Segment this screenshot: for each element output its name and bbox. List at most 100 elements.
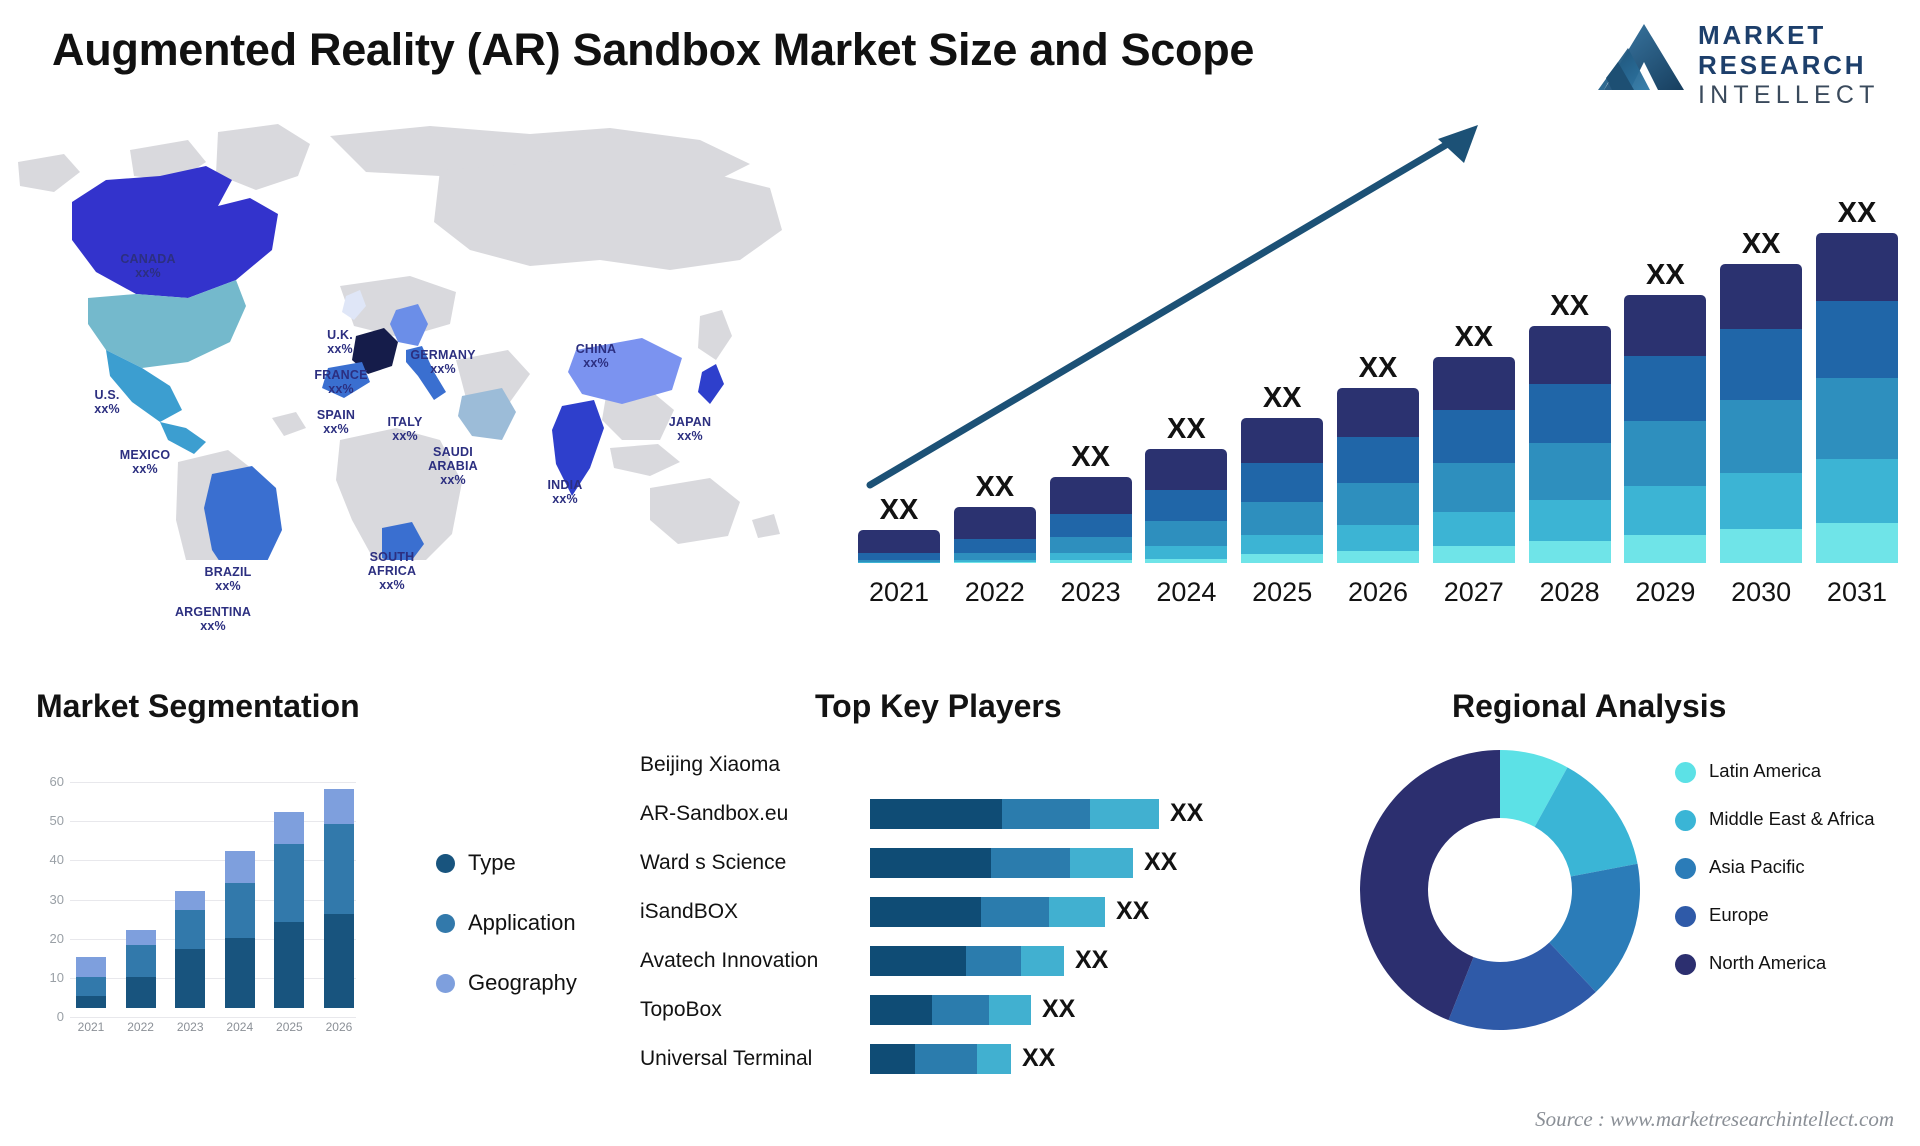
player-bar-segment [981, 896, 1049, 927]
seg-y-tick-label: 20 [49, 930, 64, 946]
forecast-value-label: XX [1358, 352, 1398, 385]
seg-legend-item: Geography [436, 970, 616, 996]
forecast-bar [1624, 294, 1707, 563]
logo-line-market: MARKET [1698, 20, 1827, 50]
forecast-bar-segment [1624, 535, 1707, 563]
forecast-column: XX [858, 493, 940, 563]
map-label-brazil: BRAZIL xx% [183, 565, 273, 593]
forecast-bar [953, 507, 1036, 563]
forecast-bar-segment [1720, 528, 1803, 563]
seg-x-axis: 2021 2022 2023 2024 2025 2026 [76, 1020, 354, 1034]
logo-mountain-icon [1598, 24, 1684, 90]
player-name: Beijing Xiaoma [640, 752, 781, 776]
player-bar-segment [870, 1043, 915, 1074]
player-row: AR-Sandbox.eu XX [640, 789, 1340, 838]
map-country-value: xx% [215, 579, 241, 593]
seg-legend-item: Application [436, 910, 616, 936]
legend-dot-icon [1675, 858, 1696, 879]
forecast-column: XX [1720, 230, 1803, 563]
source-credit: Source : www.marketresearchintellect.com [1535, 1107, 1894, 1131]
regional-donut-chart [1360, 750, 1640, 1030]
seg-bar-segment [175, 949, 206, 1008]
forecast-year-label: 2021 [868, 577, 930, 607]
seg-legend-label: Type [468, 850, 516, 875]
forecast-year-label: 2022 [964, 577, 1025, 607]
seg-year-label: 2026 [325, 1020, 353, 1034]
forecast-bar-segment [1815, 377, 1898, 460]
logo-line-research: RESEARCH [1698, 50, 1867, 80]
forecast-column: XX [1432, 322, 1515, 563]
seg-y-tick-label: 50 [49, 813, 64, 829]
regional-legend-item: North America [1675, 952, 1915, 975]
map-label-argentina: ARGENTINA xx% [153, 605, 273, 633]
forecast-bar-segment [1049, 477, 1132, 515]
player-name: iSandBOX [640, 899, 739, 923]
seg-bars [76, 773, 354, 1008]
map-label-saudi-arabia: SAUDI ARABIA xx% [413, 445, 493, 487]
map-country-value: xx% [440, 473, 466, 487]
legend-dot-icon [436, 853, 455, 873]
player-name: Universal Terminal [640, 1046, 813, 1070]
player-name: Ward s Science [640, 850, 787, 874]
forecast-bar-segment [1815, 301, 1898, 378]
regional-analysis-panel: Latin America Middle East & Africa Asia Pa… [1320, 690, 1920, 1120]
map-country-name: SPAIN [316, 408, 356, 422]
forecast-bar-segment [953, 552, 1036, 560]
market-segmentation-chart: 60 50 40 30 20 10 0 2021 2022 2023 2024 2025 2026 [36, 750, 366, 1040]
map-label-spain: SPAIN xx% [294, 408, 378, 436]
seg-y-tick-label: 0 [56, 1009, 64, 1024]
player-bar-segment [1090, 798, 1159, 829]
forecast-year-label: 2025 [1252, 577, 1313, 607]
forecast-value-label: XX [879, 493, 919, 526]
map-label-uk: U.K. xx% [308, 328, 372, 356]
seg-bar-segment [175, 910, 206, 950]
forecast-bar [1241, 418, 1324, 563]
forecast-bar [1049, 477, 1132, 563]
map-country-name: SAUDI ARABIA [428, 445, 478, 473]
player-name: AR-Sandbox.eu [640, 801, 789, 825]
map-country-value: xx% [132, 462, 158, 476]
forecast-bar-segment [1049, 552, 1132, 561]
map-country-name: ITALY [387, 415, 423, 429]
forecast-bar-segment [1432, 356, 1515, 411]
regional-legend-label: North America [1709, 952, 1827, 973]
seg-bar-segment [274, 812, 305, 844]
legend-dot-icon [1675, 906, 1696, 927]
regional-legend-label: Asia Pacific [1709, 856, 1805, 877]
forecast-value-label: XX [975, 471, 1015, 504]
page-header: Augmented Reality (AR) Sandbox Market Si… [0, 0, 1920, 120]
player-bar [870, 945, 1064, 976]
forecast-value-label: XX [1167, 412, 1206, 445]
player-bar [870, 994, 1031, 1025]
seg-column [323, 788, 354, 1008]
forecast-bar-segment [1624, 356, 1707, 421]
forecast-bar [1336, 388, 1419, 563]
player-value-label: XX [1022, 1044, 1056, 1072]
forecast-bar-segment [858, 552, 940, 560]
regional-legend-item: Europe [1675, 904, 1915, 927]
world-map-graphic [18, 124, 782, 560]
seg-bar-segment [175, 890, 206, 911]
forecast-bar [1432, 356, 1515, 563]
player-bar-segment [870, 798, 1002, 829]
forecast-bar [1815, 233, 1898, 563]
seg-bar-segment [76, 996, 106, 1008]
seg-column [76, 957, 106, 1008]
regional-legend-item: Asia Pacific [1675, 856, 1915, 879]
player-bar-segment [977, 1043, 1011, 1074]
forecast-column: XX [1815, 199, 1898, 563]
seg-bar-segment [224, 882, 255, 938]
forecast-bar-segment [858, 562, 940, 563]
forecast-value-label: XX [1262, 382, 1302, 415]
map-country-value: xx% [379, 578, 405, 592]
forecast-bar-segment [1145, 521, 1228, 546]
forecast-bar-segment [1720, 329, 1803, 400]
player-value-label: XX [1116, 897, 1150, 925]
forecast-bar-segment [1528, 541, 1611, 563]
map-country-name: BRAZIL [204, 565, 252, 579]
forecast-bar-segment [1145, 545, 1228, 559]
seg-legend: Type Application Geography [436, 850, 616, 1030]
map-country-value: xx% [677, 429, 703, 443]
legend-dot-icon [1675, 762, 1696, 783]
map-label-japan: JAPAN xx% [653, 415, 727, 443]
